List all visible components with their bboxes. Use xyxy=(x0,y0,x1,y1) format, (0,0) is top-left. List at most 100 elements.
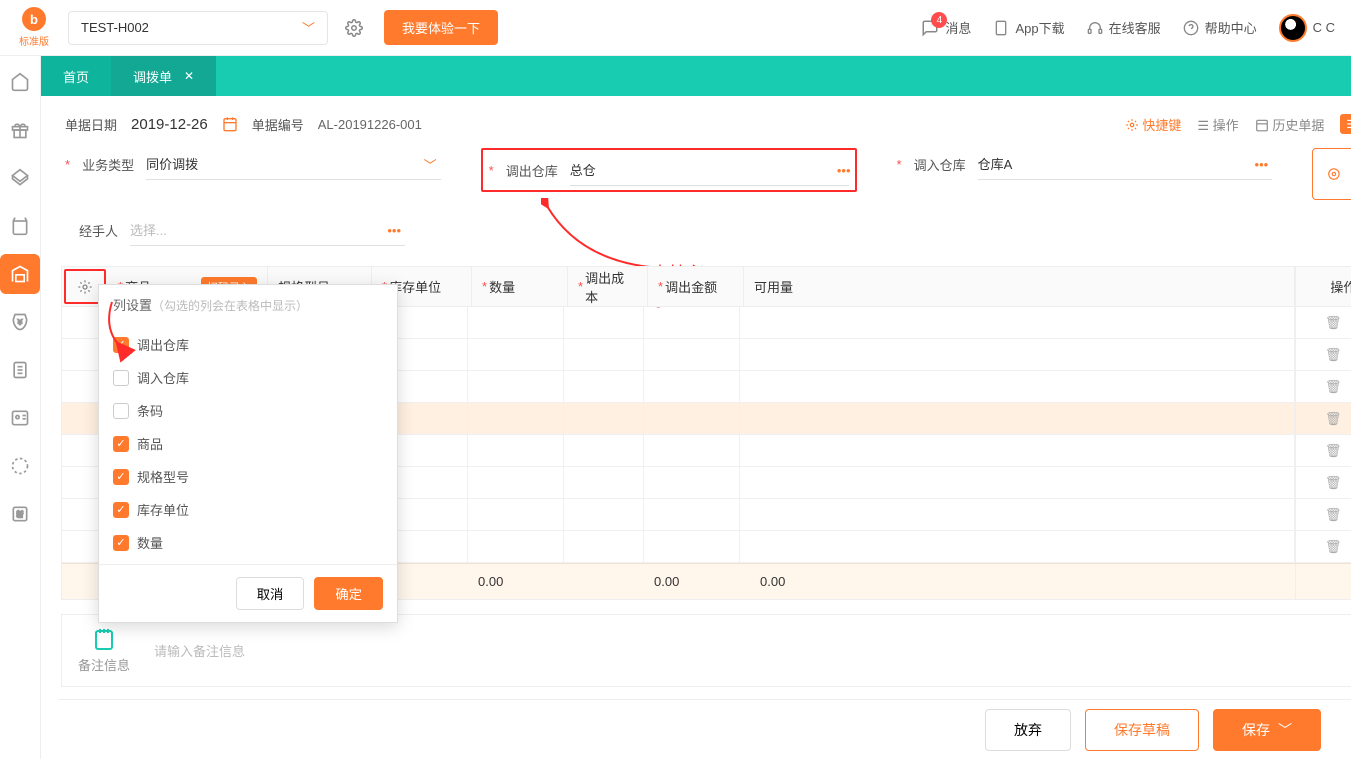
sidebar-contact[interactable] xyxy=(0,398,40,438)
form-settings-button[interactable]: 设置 xyxy=(1312,148,1351,200)
more-icon[interactable]: ••• xyxy=(387,223,401,238)
required-star: * xyxy=(489,163,494,178)
logo-icon: b xyxy=(22,7,46,31)
column-option[interactable]: 条码 xyxy=(113,394,383,427)
field-biz-type[interactable]: * 业务类型 同价调拨 ﹀ xyxy=(65,148,441,180)
sidebar-warehouse[interactable] xyxy=(0,254,40,294)
gear-icon xyxy=(345,19,363,37)
chevron-down-icon: ﹀ xyxy=(1278,720,1292,740)
trial-button[interactable]: 我要体验一下 xyxy=(384,10,498,45)
field-out-warehouse[interactable]: * 调出仓库 总仓 ••• xyxy=(481,148,857,192)
checkbox[interactable] xyxy=(113,370,129,386)
remark-input[interactable]: 请输入备注信息 xyxy=(146,633,1351,668)
checkbox[interactable]: ✓ xyxy=(113,502,129,518)
help-label: 帮助中心 xyxy=(1205,18,1257,37)
app-download-link[interactable]: App下载 xyxy=(993,18,1064,37)
delete-icon[interactable]: 🗑 xyxy=(1325,475,1342,491)
sidebar-clipboard[interactable] xyxy=(0,350,40,390)
col-available[interactable]: 可用量 xyxy=(744,267,1295,306)
sidebar-gift[interactable] xyxy=(0,110,40,150)
col-qty[interactable]: 数量 xyxy=(472,267,568,306)
sidebar-new[interactable]: 新 xyxy=(0,494,40,534)
sidebar-bag[interactable] xyxy=(0,206,40,246)
help-icon xyxy=(1183,20,1199,36)
view-toggles: ☰ ▦ xyxy=(1340,114,1351,134)
column-option[interactable]: ✓ 规格型号 xyxy=(113,460,383,493)
project-settings-button[interactable] xyxy=(338,12,370,44)
column-option[interactable]: ✓ 数量 xyxy=(113,526,383,559)
help-link[interactable]: 帮助中心 xyxy=(1183,18,1257,37)
online-cs-link[interactable]: 在线客服 xyxy=(1087,18,1161,37)
delete-icon[interactable]: 🗑 xyxy=(1325,539,1342,555)
checkbox[interactable] xyxy=(113,403,129,419)
column-option[interactable]: ✓库存单位 xyxy=(113,493,383,526)
required-star: * xyxy=(897,157,902,172)
column-option[interactable]: ✓ 调出仓库 xyxy=(113,328,383,361)
logo[interactable]: b 标准版 xyxy=(16,7,52,48)
required-star: * xyxy=(65,157,70,172)
field-handler[interactable]: 经手人 选择... ••• xyxy=(65,214,405,246)
form-row-1: * 业务类型 同价调拨 ﹀ * 调出仓库 总仓 ••• * 调入仓库 仓库A •… xyxy=(41,140,1351,214)
user-menu[interactable]: C C xyxy=(1279,14,1335,42)
footer-available: 0.00 xyxy=(740,564,1295,599)
footer-qty: 0.00 xyxy=(468,564,564,599)
sidebar: ¥ 新 xyxy=(0,56,41,759)
tab-transfer[interactable]: 调拨单 ✕ xyxy=(111,56,216,96)
delete-icon[interactable]: 🗑 xyxy=(1325,411,1342,427)
delete-icon[interactable]: 🗑 xyxy=(1325,507,1342,523)
docno-value: AL-20191226-001 xyxy=(318,117,422,132)
handler-placeholder: 选择... xyxy=(130,214,405,246)
delete-icon[interactable]: 🗑 xyxy=(1325,443,1342,459)
history-link[interactable]: 历史单据 xyxy=(1255,115,1325,134)
delete-icon[interactable]: 🗑 xyxy=(1325,315,1342,331)
column-option[interactable]: ✓商品 xyxy=(113,427,383,460)
save-button[interactable]: 保存 ﹀ xyxy=(1213,709,1321,751)
field-in-warehouse[interactable]: * 调入仓库 仓库A ••• xyxy=(897,148,1273,180)
tab-home[interactable]: 首页 xyxy=(41,56,111,96)
close-icon[interactable]: ✕ xyxy=(184,69,194,83)
clipboard-icon xyxy=(10,360,30,380)
column-option-label: 调出仓库 xyxy=(137,335,189,354)
confirm-button[interactable]: 确定 xyxy=(314,577,383,610)
sidebar-sync[interactable] xyxy=(0,446,40,486)
shortcut-link[interactable]: 快捷键 xyxy=(1125,115,1182,134)
popup-footer: 取消 确定 xyxy=(99,564,397,622)
more-icon[interactable]: ••• xyxy=(837,163,851,178)
checkbox[interactable]: ✓ xyxy=(113,337,129,353)
headset-icon xyxy=(1087,20,1103,36)
remark-area[interactable]: 备注信息 请输入备注信息 xyxy=(61,614,1351,687)
view-list[interactable]: ☰ xyxy=(1340,114,1351,134)
cancel-button[interactable]: 取消 xyxy=(236,577,305,610)
checkbox[interactable]: ✓ xyxy=(113,535,129,551)
save-draft-button[interactable]: 保存草稿 xyxy=(1085,709,1199,751)
sidebar-money[interactable]: ¥ xyxy=(0,302,40,342)
col-out-cost[interactable]: 调出成本 xyxy=(568,267,648,306)
project-select[interactable]: TEST-H002 ﹀ xyxy=(68,11,328,45)
delete-icon[interactable]: 🗑 xyxy=(1325,347,1342,363)
column-option-label: 条码 xyxy=(137,401,163,420)
column-option-label: 数量 xyxy=(137,533,163,552)
sidebar-tag[interactable] xyxy=(0,158,40,198)
delete-icon[interactable]: 🗑 xyxy=(1325,379,1342,395)
more-icon[interactable]: ••• xyxy=(1255,157,1269,172)
checkbox[interactable]: ✓ xyxy=(113,469,129,485)
date-value[interactable]: 2019-12-26 xyxy=(131,116,208,133)
messages-link[interactable]: 消息 4 xyxy=(921,18,971,37)
column-option[interactable]: 调入仓库 xyxy=(113,361,383,394)
checkbox[interactable]: ✓ xyxy=(113,436,129,452)
discard-button[interactable]: 放弃 xyxy=(985,709,1071,751)
contact-icon xyxy=(10,408,30,428)
chevron-down-icon: ﹀ xyxy=(424,155,437,174)
calendar-icon[interactable] xyxy=(222,116,238,132)
popup-title: 列设置（勾选的列会在表格中显示） xyxy=(99,285,397,324)
column-option-label: 规格型号 xyxy=(137,467,189,486)
popup-list[interactable]: ✓调出仓库调入仓库条码✓商品✓规格型号✓库存单位✓数量单位2 xyxy=(99,324,397,564)
sidebar-home[interactable] xyxy=(0,62,40,102)
operate-link[interactable]: ☰ 操作 xyxy=(1197,115,1238,134)
out-wh-value: 总仓 xyxy=(570,154,849,186)
col-out-amount[interactable]: 调出金额 xyxy=(648,267,744,306)
topbar-right: 消息 4 App下载 在线客服 帮助中心 C C xyxy=(921,14,1335,42)
gear-icon xyxy=(77,279,93,295)
warehouse-icon xyxy=(10,264,30,284)
app-download-label: App下载 xyxy=(1015,18,1064,37)
